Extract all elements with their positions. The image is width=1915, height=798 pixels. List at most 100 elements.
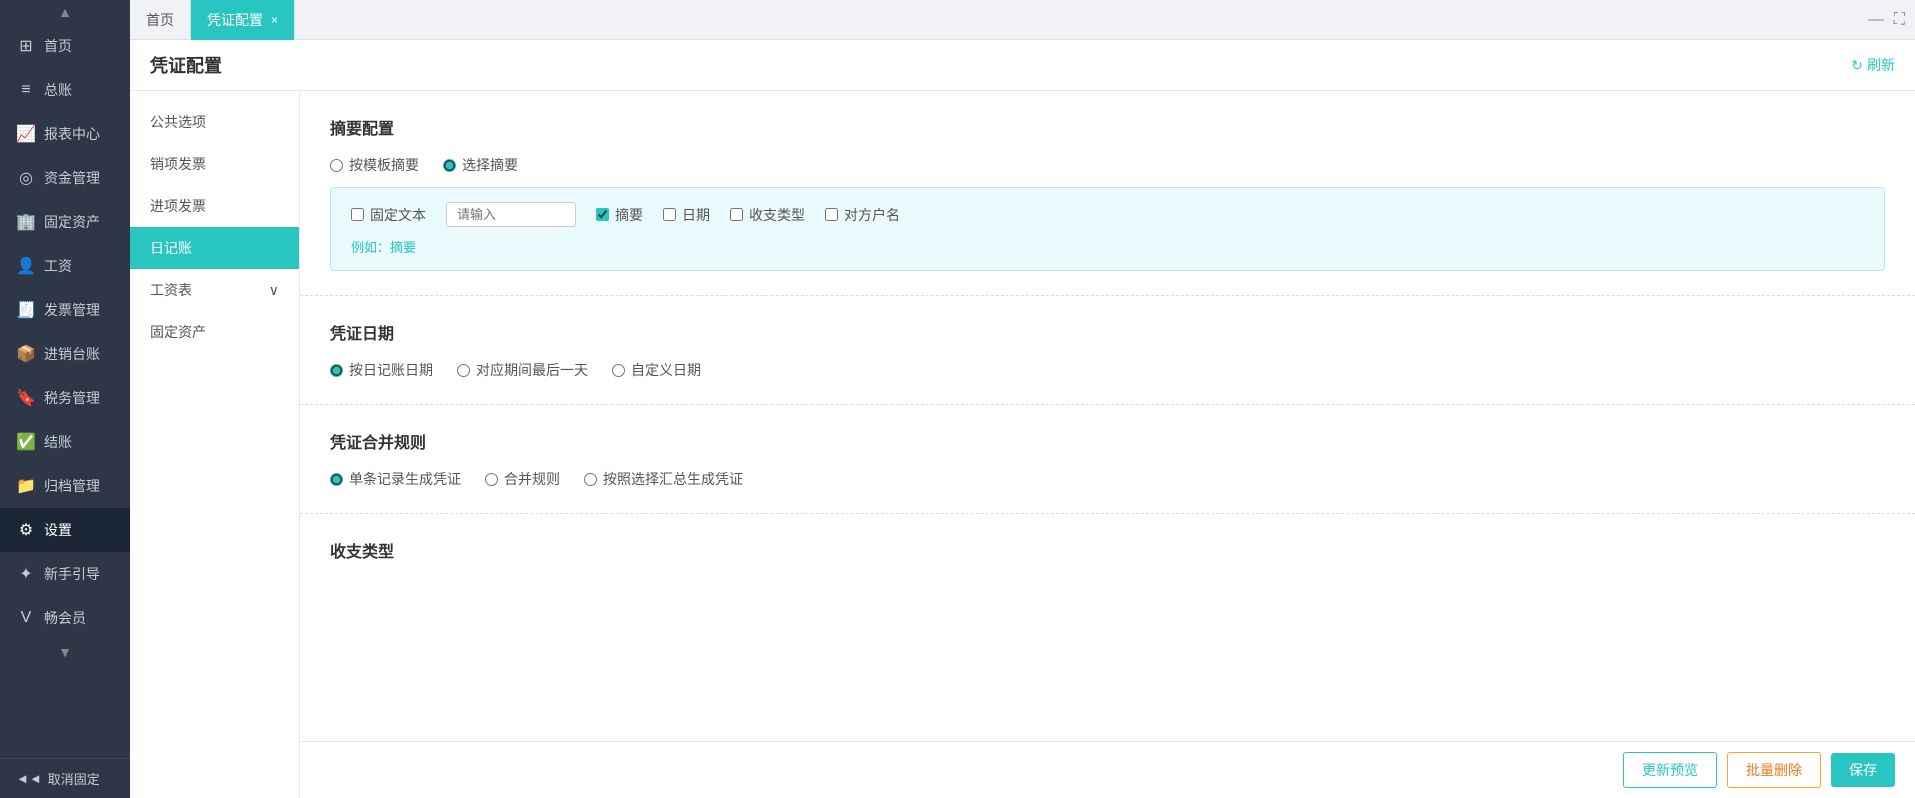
tax-icon: 🔖	[16, 388, 36, 408]
summary-example: 例如：摘要	[351, 237, 1864, 256]
report-icon: 📈	[16, 124, 36, 144]
sidebar-item-settings[interactable]: ⚙ 设置	[0, 508, 130, 552]
main-area: 首页 凭证配置 × — ⛶ 凭证配置 ↻ 刷新 公共选项	[130, 0, 1915, 798]
checkbox-date[interactable]: 日期	[663, 205, 710, 225]
page-title: 凭证配置	[150, 52, 222, 78]
radio-select-merge-input[interactable]	[584, 473, 597, 486]
tab-home[interactable]: 首页	[130, 0, 191, 40]
checkbox-fixed-text-input[interactable]	[351, 208, 364, 221]
settings-icon: ⚙	[16, 520, 36, 540]
sidebar-item-tax[interactable]: 🔖 税务管理	[0, 376, 130, 420]
sidebar-item-ledger[interactable]: ≡ 总账	[0, 68, 130, 112]
summary-box: 固定文本 摘要 日期	[330, 187, 1885, 271]
radio-select-merge[interactable]: 按照选择汇总生成凭证	[584, 469, 743, 489]
checkbox-date-input[interactable]	[663, 208, 676, 221]
tab-bar: 首页 凭证配置 × — ⛶	[130, 0, 1915, 40]
voucher-date-section: 凭证日期 按日记账日期 对应期间最后一天	[300, 296, 1915, 405]
footer-bar: 更新预览 批量删除 保存	[300, 741, 1915, 798]
checkbox-counterparty-input[interactable]	[825, 208, 838, 221]
radio-by-journal-date-input[interactable]	[330, 364, 343, 377]
checkbox-income-type-input[interactable]	[730, 208, 743, 221]
checkbox-summary-input[interactable]	[596, 208, 609, 221]
checkbox-counterparty[interactable]: 对方户名	[825, 205, 900, 225]
radio-by-journal-date[interactable]: 按日记账日期	[330, 360, 433, 380]
left-nav: 公共选项 销项发票 进项发票 日记账 工资表 ∨ 固定资产	[130, 91, 300, 798]
sidebar-item-vip[interactable]: V 畅会员	[0, 596, 130, 640]
archive-icon: 📁	[16, 476, 36, 496]
voucher-date-title: 凭证日期	[330, 320, 1885, 344]
save-button[interactable]: 保存	[1831, 753, 1895, 787]
minimize-icon[interactable]: —	[1868, 11, 1884, 29]
chevron-down-icon: ∨	[269, 282, 279, 299]
summary-config-section: 摘要配置 按模板摘要 选择摘要	[300, 91, 1915, 296]
refresh-button[interactable]: ↻ 刷新	[1851, 55, 1895, 75]
sidebar-item-guide[interactable]: ✦ 新手引导	[0, 552, 130, 596]
sidebar-item-invoice[interactable]: 🧾 发票管理	[0, 288, 130, 332]
merge-rule-radio-group: 单条记录生成凭证 合并规则 按照选择汇总生成凭证	[330, 469, 1885, 489]
radio-last-day[interactable]: 对应期间最后一天	[457, 360, 588, 380]
radio-single[interactable]: 单条记录生成凭证	[330, 469, 461, 489]
sidebar-item-salary[interactable]: 👤 工资	[0, 244, 130, 288]
page-header: 凭证配置 ↻ 刷新	[130, 40, 1915, 91]
right-content: 摘要配置 按模板摘要 选择摘要	[300, 91, 1915, 741]
radio-merge-input[interactable]	[485, 473, 498, 486]
unpin-button[interactable]: ◄◄ 取消固定	[0, 758, 130, 798]
ledger-icon: ≡	[16, 81, 36, 99]
update-preview-button[interactable]: 更新预览	[1623, 752, 1717, 788]
radio-select-input[interactable]	[443, 159, 456, 172]
merge-rule-title: 凭证合并规则	[330, 429, 1885, 453]
radio-single-input[interactable]	[330, 473, 343, 486]
summary-radio-group: 按模板摘要 选择摘要	[330, 155, 1885, 175]
summary-config-title: 摘要配置	[330, 115, 1885, 139]
radio-merge[interactable]: 合并规则	[485, 469, 560, 489]
checkbox-summary[interactable]: 摘要	[596, 205, 643, 225]
left-nav-sales[interactable]: 销项发票	[130, 143, 299, 185]
left-nav-fixed-asset[interactable]: 固定资产	[130, 311, 299, 353]
refresh-icon: ↻	[1851, 57, 1863, 74]
summary-checkbox-row: 固定文本 摘要 日期	[351, 202, 1864, 227]
home-icon: ⊞	[16, 36, 36, 56]
sidebar-scroll-up[interactable]: ▲	[0, 0, 130, 24]
checkbox-income-type[interactable]: 收支类型	[730, 205, 805, 225]
fund-icon: ◎	[16, 168, 36, 188]
maximize-icon[interactable]: ⛶	[1894, 11, 1905, 29]
radio-template-summary[interactable]: 按模板摘要	[330, 155, 419, 175]
left-nav-purchase[interactable]: 进项发票	[130, 185, 299, 227]
sidebar-item-archive[interactable]: 📁 归档管理	[0, 464, 130, 508]
radio-last-day-input[interactable]	[457, 364, 470, 377]
vip-icon: V	[16, 609, 36, 627]
tab-bar-actions: — ⛶	[1868, 11, 1915, 29]
tab-close-icon[interactable]: ×	[271, 13, 278, 27]
invoice-icon: 🧾	[16, 300, 36, 320]
salary-icon: 👤	[16, 256, 36, 276]
merge-rule-section: 凭证合并规则 单条记录生成凭证 合并规则	[300, 405, 1915, 514]
income-type-title: 收支类型	[330, 538, 1885, 562]
fixed-text-input[interactable]	[446, 202, 576, 227]
inventory-icon: 📦	[16, 344, 36, 364]
content-area: 凭证配置 ↻ 刷新 公共选项 销项发票 进项发票 日记账	[130, 40, 1915, 798]
unpin-icon: ◄◄	[16, 771, 42, 786]
radio-custom-date[interactable]: 自定义日期	[612, 360, 701, 380]
radio-template-input[interactable]	[330, 159, 343, 172]
left-nav-payroll[interactable]: 工资表 ∨	[130, 269, 299, 311]
tab-voucher[interactable]: 凭证配置 ×	[191, 0, 295, 40]
sidebar-item-settle[interactable]: ✅ 结账	[0, 420, 130, 464]
asset-icon: 🏢	[16, 212, 36, 232]
radio-custom-date-input[interactable]	[612, 364, 625, 377]
left-nav-public[interactable]: 公共选项	[130, 101, 299, 143]
body-layout: 公共选项 销项发票 进项发票 日记账 工资表 ∨ 固定资产	[130, 91, 1915, 798]
sidebar-scroll-down[interactable]: ▼	[0, 640, 130, 664]
radio-select-summary[interactable]: 选择摘要	[443, 155, 518, 175]
sidebar-item-report[interactable]: 📈 报表中心	[0, 112, 130, 156]
sidebar-item-home[interactable]: ⊞ 首页	[0, 24, 130, 68]
batch-delete-button[interactable]: 批量删除	[1727, 752, 1821, 788]
checkbox-fixed-text[interactable]: 固定文本	[351, 205, 426, 225]
sidebar-item-fund[interactable]: ◎ 资金管理	[0, 156, 130, 200]
voucher-date-radio-group: 按日记账日期 对应期间最后一天 自定义日期	[330, 360, 1885, 380]
sidebar-item-asset[interactable]: 🏢 固定资产	[0, 200, 130, 244]
left-nav-journal[interactable]: 日记账	[130, 227, 299, 269]
income-type-section: 收支类型	[300, 514, 1915, 602]
sidebar-item-inventory[interactable]: 📦 进销台账	[0, 332, 130, 376]
settle-icon: ✅	[16, 432, 36, 452]
guide-icon: ✦	[16, 564, 36, 584]
